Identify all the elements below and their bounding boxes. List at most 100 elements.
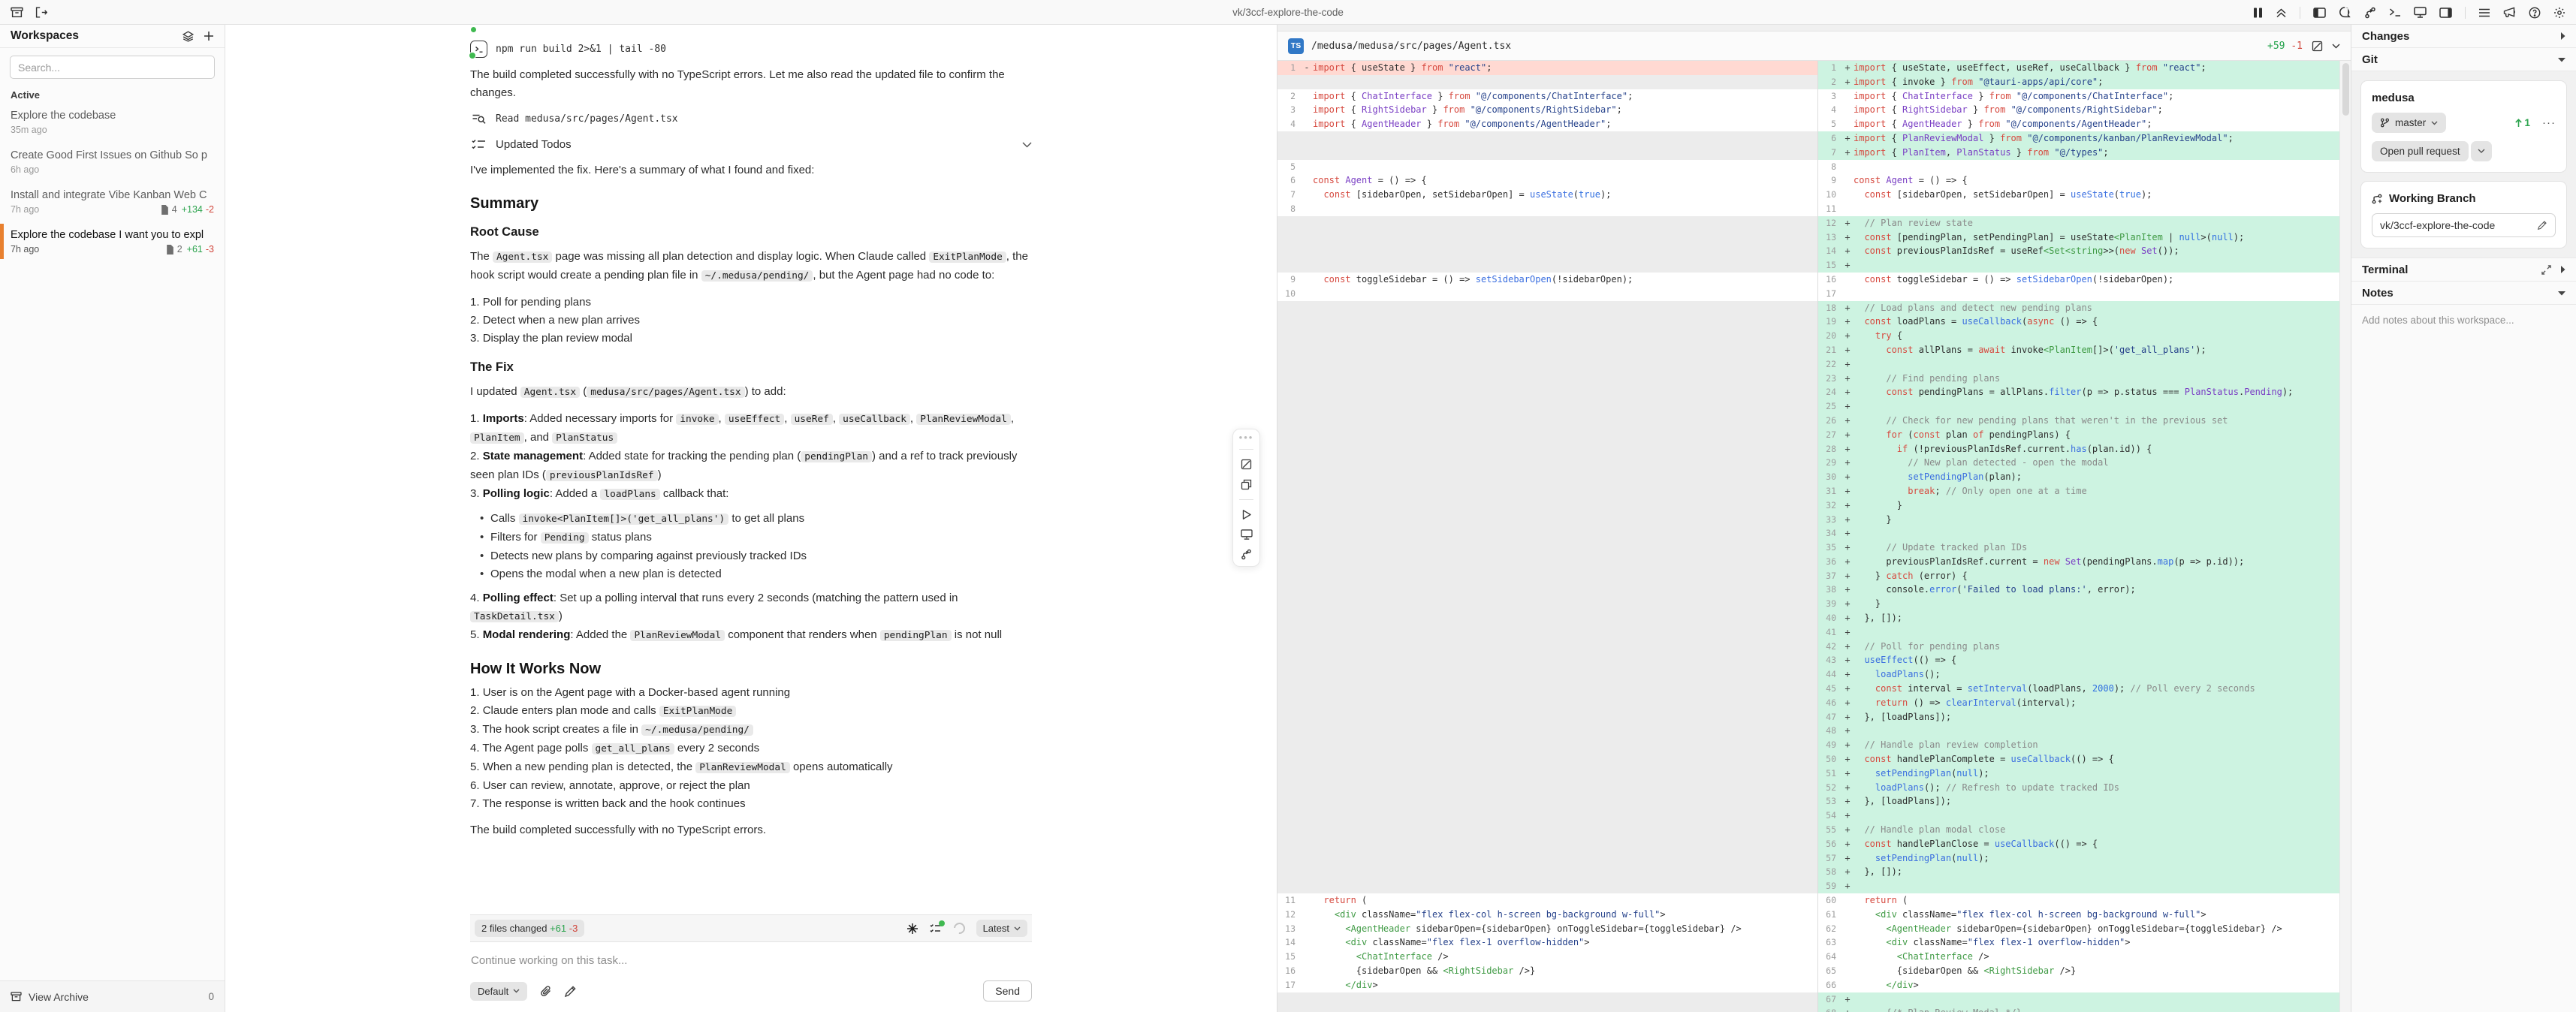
title-bar: vk/3ccf-explore-the-code [0,0,2576,25]
workspace-item[interactable]: Explore the codebase I want you to expl7… [0,221,225,261]
tool-call-row[interactable]: Updated Todos [470,136,1032,153]
diff-row: 14+ const previousPlanIdsRef = useRef<Se… [1818,244,2339,258]
more-options-icon[interactable]: ··· [2542,116,2556,129]
code-line [1313,202,1817,216]
latest-dropdown[interactable]: Latest [976,920,1027,937]
help-icon[interactable] [2529,7,2541,19]
layers-icon[interactable] [182,31,194,42]
working-branch-input[interactable]: vk/3ccf-explore-the-code [2372,213,2556,237]
diff-gap-row [1277,343,1817,357]
spark-icon[interactable] [906,923,918,935]
line-number: 26 [1818,414,1842,428]
terminal-icon [470,41,487,58]
code-line: // Handle plan review completion [1854,738,2339,752]
diff-gap-row [1277,230,1817,245]
chat-bubble-icon[interactable] [2339,7,2351,19]
changes-section-header[interactable]: Changes [2351,25,2576,48]
notes-input[interactable]: Add notes about this workspace... [2351,305,2576,336]
pen-icon[interactable] [564,985,577,998]
collapse-file-icon[interactable] [2332,44,2340,49]
diff-sign: + [1842,526,1854,541]
add-workspace-icon[interactable] [204,31,214,41]
terminal-section-header[interactable]: Terminal [2351,258,2576,282]
files-changed-chip[interactable]: 2 files changed +61 -3 [475,920,584,937]
diff-row: 4import { RightSidebar } from "@/compone… [1818,103,2339,117]
panel-left-icon[interactable] [2313,8,2326,18]
branch-plus-icon [2372,194,2382,204]
todo-list-icon[interactable] [930,923,943,934]
diff-row: 5import { AgentHeader } from "@/componen… [1818,117,2339,131]
diff-row: 65 {sidebarOpen && <RightSidebar />} [1818,964,2339,978]
terminal-icon[interactable] [2389,8,2401,17]
split-view-icon[interactable] [2312,41,2323,52]
diff-gap-row [1277,526,1817,541]
diff-deletions: -1 [2291,41,2303,52]
diff-sign: + [1842,611,1854,625]
diff-row: 15 <ChatInterface /> [1277,950,1817,964]
send-button[interactable]: Send [983,980,1032,1001]
code-line: const previousPlanIdsRef = useRef<Set<st… [1854,244,2339,258]
floating-toolbar: ••• [1232,429,1260,567]
diff-body[interactable]: 1-import { useState } from "react";2impo… [1277,61,2351,1012]
diff-row: 44+ loadPlans(); [1818,667,2339,682]
pull-request-dropdown[interactable] [2471,141,2492,161]
copy-icon[interactable] [1241,479,1252,490]
monitor-icon[interactable] [2414,7,2427,18]
panel-right-icon[interactable] [2439,8,2452,18]
diff-scrollbar[interactable] [2339,61,2351,1012]
tool-call-row[interactable]: Read medusa/src/pages/Agent.tsx [470,110,1032,128]
line-number: 67 [1818,992,1842,1007]
git-branch-icon[interactable] [1241,549,1252,560]
workspace-side-panel: Changes Git medusa master 1 ··· [2351,25,2576,1012]
search-input[interactable] [10,56,215,79]
expand-icon[interactable] [2541,265,2551,275]
drag-handle-icon[interactable]: ••• [1239,435,1254,440]
open-pull-request-button[interactable]: Open pull request [2372,141,2469,161]
git-branch-icon[interactable] [2364,7,2376,19]
diff-file-path: /medusa/medusa/src/pages/Agent.tsx [1311,41,1511,52]
list-item: •Filters for Pending status plans [470,529,1032,547]
tool-call-row[interactable]: npm run build 2>&1 | tail -80 [470,41,1032,58]
bullet-icon: • [480,547,490,565]
line-number: 29 [1818,456,1842,470]
code-line: </div> [1854,978,2339,992]
diff-row: 67+ [1818,992,2339,1007]
code-line: }, []); [1854,611,2339,625]
branch-selector[interactable]: master [2372,113,2446,133]
edit-branch-icon[interactable] [2537,220,2547,230]
chevron-down-icon[interactable] [1022,142,1032,148]
line-number: 37 [1818,569,1842,583]
pause-icon[interactable] [2253,8,2263,18]
diff-sign: + [1842,696,1854,710]
chevron-right-icon [2560,266,2565,273]
code-line: <ChatInterface /> [1854,950,2339,964]
attach-file-icon[interactable] [539,985,552,998]
diff-view-icon[interactable] [1241,459,1252,470]
diff-file-header[interactable]: TS /medusa/medusa/src/pages/Agent.tsx +5… [1277,31,2351,61]
megaphone-icon[interactable] [2503,7,2516,18]
diff-sign: + [1842,583,1854,597]
run-icon[interactable] [1241,509,1252,520]
workspace-item[interactable]: Create Good First Issues on Github So p6… [0,142,225,182]
notes-section-header[interactable]: Notes [2351,282,2576,305]
diff-sign: + [1842,541,1854,555]
collapse-all-icon[interactable] [2276,8,2287,18]
preview-monitor-icon[interactable] [1241,529,1253,540]
message-input[interactable]: Continue working on this task... [471,954,1032,967]
diff-sign: + [1842,794,1854,809]
settings-gear-icon[interactable] [2553,7,2565,19]
chat-scroll-area[interactable]: npm run build 2>&1 | tail -80The build c… [225,25,1277,914]
workspace-item[interactable]: Install and integrate Vibe Kanban Web C7… [0,182,225,221]
view-archive-button[interactable]: View Archive 0 [0,980,225,1012]
code-line [1854,202,2339,216]
mode-dropdown[interactable]: Default [470,982,527,1001]
menu-icon[interactable] [2478,8,2490,17]
diff-sign: + [1842,851,1854,866]
diff-row: 6const Agent = () => { [1277,173,1817,188]
code-line: </div> [1313,978,1817,992]
diff-sign [1842,922,1854,936]
diff-panel: TS /medusa/medusa/src/pages/Agent.tsx +5… [1277,25,2351,1012]
git-section-header[interactable]: Git [2351,48,2576,71]
code-line: // Poll for pending plans [1854,640,2339,654]
workspace-item[interactable]: Explore the codebase35m ago [0,102,225,142]
